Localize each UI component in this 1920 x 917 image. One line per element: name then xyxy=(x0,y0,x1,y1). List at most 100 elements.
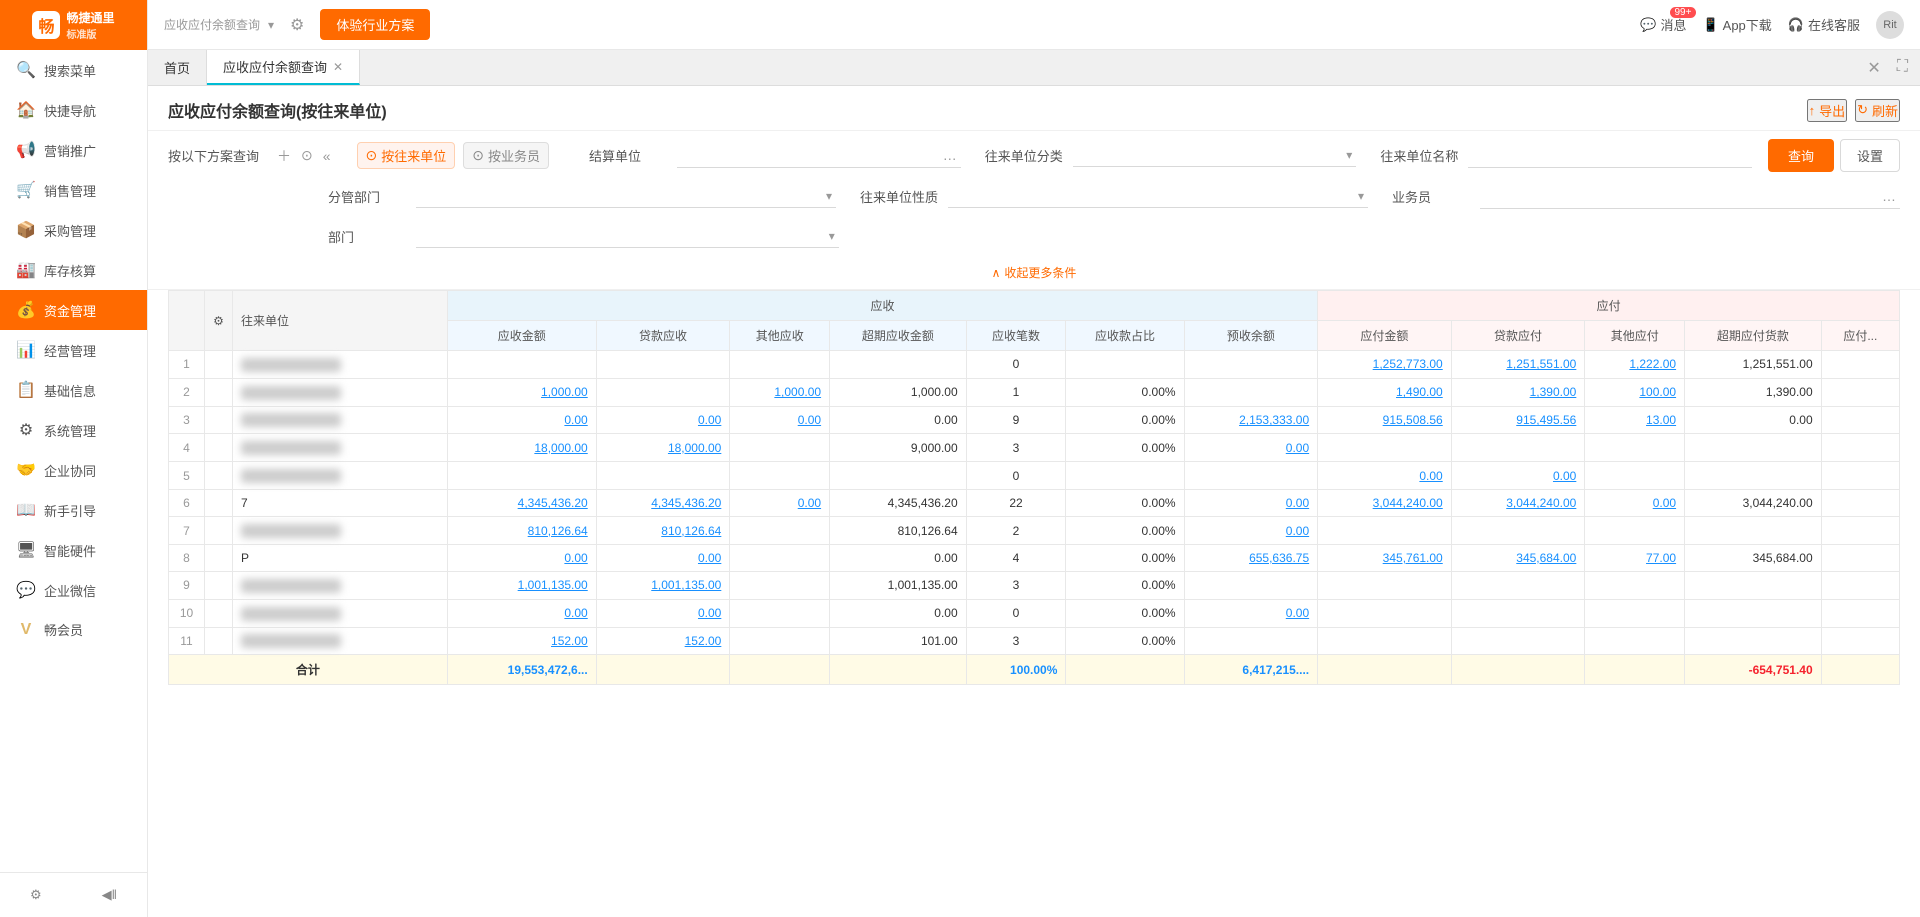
col-ar-loan: 贷款应收 xyxy=(596,321,730,351)
filter-area: 按以下方案查询 ＋ ⊙ « ⊙ 按往来单位 ⊙ 按业务员 xyxy=(148,131,1920,290)
table-row: 11152.00152.00101.0030.00% xyxy=(169,627,1900,655)
dept-down-icon[interactable]: ▾ xyxy=(829,229,835,243)
sidebar-logo-text: 畅捷通里 标准版 xyxy=(66,9,114,41)
table-area: ⚙ 往来单位 应收 应付 应收金额 贷款应收 其他应收 超期应收金额 应收笔数 … xyxy=(148,290,1920,917)
scheme-staff-icon: ⊙ xyxy=(472,147,484,164)
tab-close-window-icon[interactable]: ✕ xyxy=(1863,56,1884,80)
tab-bar: 首页 应收应付余额查询 ✕ ✕ ⛶ xyxy=(148,50,1920,86)
export-button[interactable]: ↑ 导出 xyxy=(1807,99,1848,122)
filter-row2: 分管部门 ▾ 往来单位性质 ▾ 业务员 … xyxy=(328,180,1900,213)
promo-button[interactable]: 体验行业方案 xyxy=(320,9,430,40)
scheme-by-unit[interactable]: ⊙ 按往来单位 xyxy=(357,142,456,169)
sales-icon: 🛒 xyxy=(16,180,36,200)
table-row: 418,000.0018,000.009,000.0030.00%0.00 xyxy=(169,434,1900,462)
scheme-by-staff[interactable]: ⊙ 按业务员 xyxy=(463,142,549,169)
messages-btn[interactable]: 💬 消息 99+ xyxy=(1640,15,1686,34)
col-ap-overdue: 超期应付货款 xyxy=(1685,321,1822,351)
header-chevron-icon[interactable]: ▾ xyxy=(268,18,274,32)
sidebar-item-operations[interactable]: 📊 经营管理 xyxy=(0,330,147,370)
sidebar-item-hardware[interactable]: 🖥 智能硬件 xyxy=(0,530,147,570)
page-actions: ↑ 导出 ↻ 刷新 xyxy=(1807,99,1900,122)
col-index xyxy=(169,291,205,351)
sidebar: 畅 畅捷通里 标准版 🔍 搜索菜单 🏠 快捷导航 📢 营销推广 🛒 销售管理 📦… xyxy=(0,0,148,917)
settlement-unit-dots-icon[interactable]: … xyxy=(943,147,957,163)
col-settings[interactable]: ⚙ xyxy=(205,291,233,351)
main-content: 首页 应收应付余额查询 ✕ ✕ ⛶ 应收应付余额查询(按往来单位) ↑ 导出 ↻… xyxy=(148,50,1920,917)
tab-expand-icon[interactable]: ⛶ xyxy=(1893,56,1912,80)
collapse-button[interactable]: ∧ 收起更多条件 xyxy=(992,264,1077,281)
app-download-btn[interactable]: 📱 App下载 xyxy=(1702,15,1771,34)
filter-add-icon[interactable]: ＋ xyxy=(275,144,293,168)
filter-controls: ＋ ⊙ « xyxy=(275,144,333,168)
sidebar-item-vip[interactable]: V 畅会员 xyxy=(0,610,147,649)
sidebar-item-sales[interactable]: 🛒 销售管理 xyxy=(0,170,147,210)
filter-fields-row1: 结算单位 … 往来单位分类 ▾ 往来单位名称 xyxy=(589,139,1752,172)
sidebar-item-basic[interactable]: 📋 基础信息 xyxy=(0,370,147,410)
query-button[interactable]: 查询 xyxy=(1768,139,1834,172)
online-service-btn[interactable]: 🎧 在线客服 xyxy=(1788,15,1860,34)
hardware-icon: 🖥 xyxy=(16,540,36,560)
avatar: Rit xyxy=(1876,11,1904,39)
sidebar-item-inventory[interactable]: 🏭 库存核算 xyxy=(0,250,147,290)
filter-collapse-icon[interactable]: « xyxy=(321,146,333,166)
messages-badge: 99+ xyxy=(1670,7,1697,18)
filter-settings-icon[interactable]: ⊙ xyxy=(299,145,315,166)
col-ap-amount: 应付金额 xyxy=(1318,321,1452,351)
table-settings-icon[interactable]: ⚙ xyxy=(213,314,224,328)
filter-row3: 部门 ▾ xyxy=(328,221,1900,252)
sidebar-item-cooperation[interactable]: 🤝 企业协同 xyxy=(0,450,147,490)
col-ap-loan: 贷款应付 xyxy=(1451,321,1585,351)
sidebar-settings-btn[interactable]: ⚙ xyxy=(20,881,52,909)
unit-nature-field: 往来单位性质 ▾ xyxy=(860,181,1368,212)
collapse-icon: ∧ xyxy=(992,266,1001,280)
unit-name-input[interactable] xyxy=(1468,144,1752,168)
staff-dots-icon[interactable]: … xyxy=(1882,188,1896,204)
scheme-label: 按以下方案查询 xyxy=(168,146,259,165)
page-header: 应收应付余额查询(按往来单位) ↑ 导出 ↻ 刷新 xyxy=(148,86,1920,131)
finance-icon: 💰 xyxy=(16,300,36,320)
sidebar-item-finance[interactable]: 💰 资金管理 xyxy=(0,290,147,330)
sidebar-item-wechat[interactable]: 💬 企业微信 xyxy=(0,570,147,610)
basic-icon: 📋 xyxy=(16,380,36,400)
total-row: 合计 19,553,472,6... 100.00% 6,417,215....… xyxy=(169,655,1900,685)
col-ar-count: 应收笔数 xyxy=(966,321,1066,351)
sidebar-item-search[interactable]: 🔍 搜索菜单 xyxy=(0,50,147,90)
wechat-icon: 💬 xyxy=(16,580,36,600)
table-row: 101,252,773.001,251,551.001,222.001,251,… xyxy=(169,351,1900,379)
header-gear-icon[interactable]: ⚙ xyxy=(286,11,308,39)
user-avatar-btn[interactable]: Rit xyxy=(1876,11,1904,39)
export-icon: ↑ xyxy=(1809,103,1816,118)
refresh-button[interactable]: ↻ 刷新 xyxy=(1855,99,1900,122)
col-ap-group: 应付 xyxy=(1318,291,1900,321)
tab-ar-ap[interactable]: 应收应付余额查询 ✕ xyxy=(207,50,360,85)
unit-category-field: 往来单位分类 ▾ xyxy=(985,139,1357,172)
table-row: 500.000.00 xyxy=(169,462,1900,490)
sidebar-collapse-btn[interactable]: ◀‖ xyxy=(92,881,127,909)
col-ar-amount: 应收金额 xyxy=(447,321,596,351)
sidebar-item-purchase[interactable]: 📦 采购管理 xyxy=(0,210,147,250)
managed-dept-down-icon[interactable]: ▾ xyxy=(826,189,832,203)
page-content: 应收应付余额查询(按往来单位) ↑ 导出 ↻ 刷新 按以下方案查询 ＋ ⊙ « xyxy=(148,86,1920,917)
setting-button[interactable]: 设置 xyxy=(1840,139,1900,172)
header-title-area: 应收应付余额查询 ▾ xyxy=(164,16,274,33)
unit-nature-down-icon[interactable]: ▾ xyxy=(1358,189,1364,203)
marketing-icon: 📢 xyxy=(16,140,36,160)
inventory-icon: 🏭 xyxy=(16,260,36,280)
guide-icon: 📖 xyxy=(16,500,36,520)
col-ar-ratio: 应收款占比 xyxy=(1066,321,1184,351)
operations-icon: 📊 xyxy=(16,340,36,360)
sidebar-bottom: ⚙ ◀‖ xyxy=(0,872,147,917)
staff-field: 业务员 … xyxy=(1392,180,1900,213)
table-row: 7810,126.64810,126.64810,126.6420.00%0.0… xyxy=(169,517,1900,545)
sidebar-item-guide[interactable]: 📖 新手引导 xyxy=(0,490,147,530)
tab-home[interactable]: 首页 xyxy=(148,50,207,85)
filter-scheme-row: 按以下方案查询 ＋ ⊙ « ⊙ 按往来单位 ⊙ 按业务员 xyxy=(168,139,1900,172)
total-ar-ratio: 100.00% xyxy=(966,655,1066,685)
sidebar-item-marketing[interactable]: 📢 营销推广 xyxy=(0,130,147,170)
tab-close-icon[interactable]: ✕ xyxy=(333,60,343,74)
sidebar-item-quick[interactable]: 🏠 快捷导航 xyxy=(0,90,147,130)
dept-field: 部门 ▾ xyxy=(328,221,839,252)
sidebar-item-system[interactable]: ⚙ 系统管理 xyxy=(0,410,147,450)
unit-category-down-icon[interactable]: ▾ xyxy=(1346,148,1352,162)
message-icon: 💬 xyxy=(1640,17,1656,33)
